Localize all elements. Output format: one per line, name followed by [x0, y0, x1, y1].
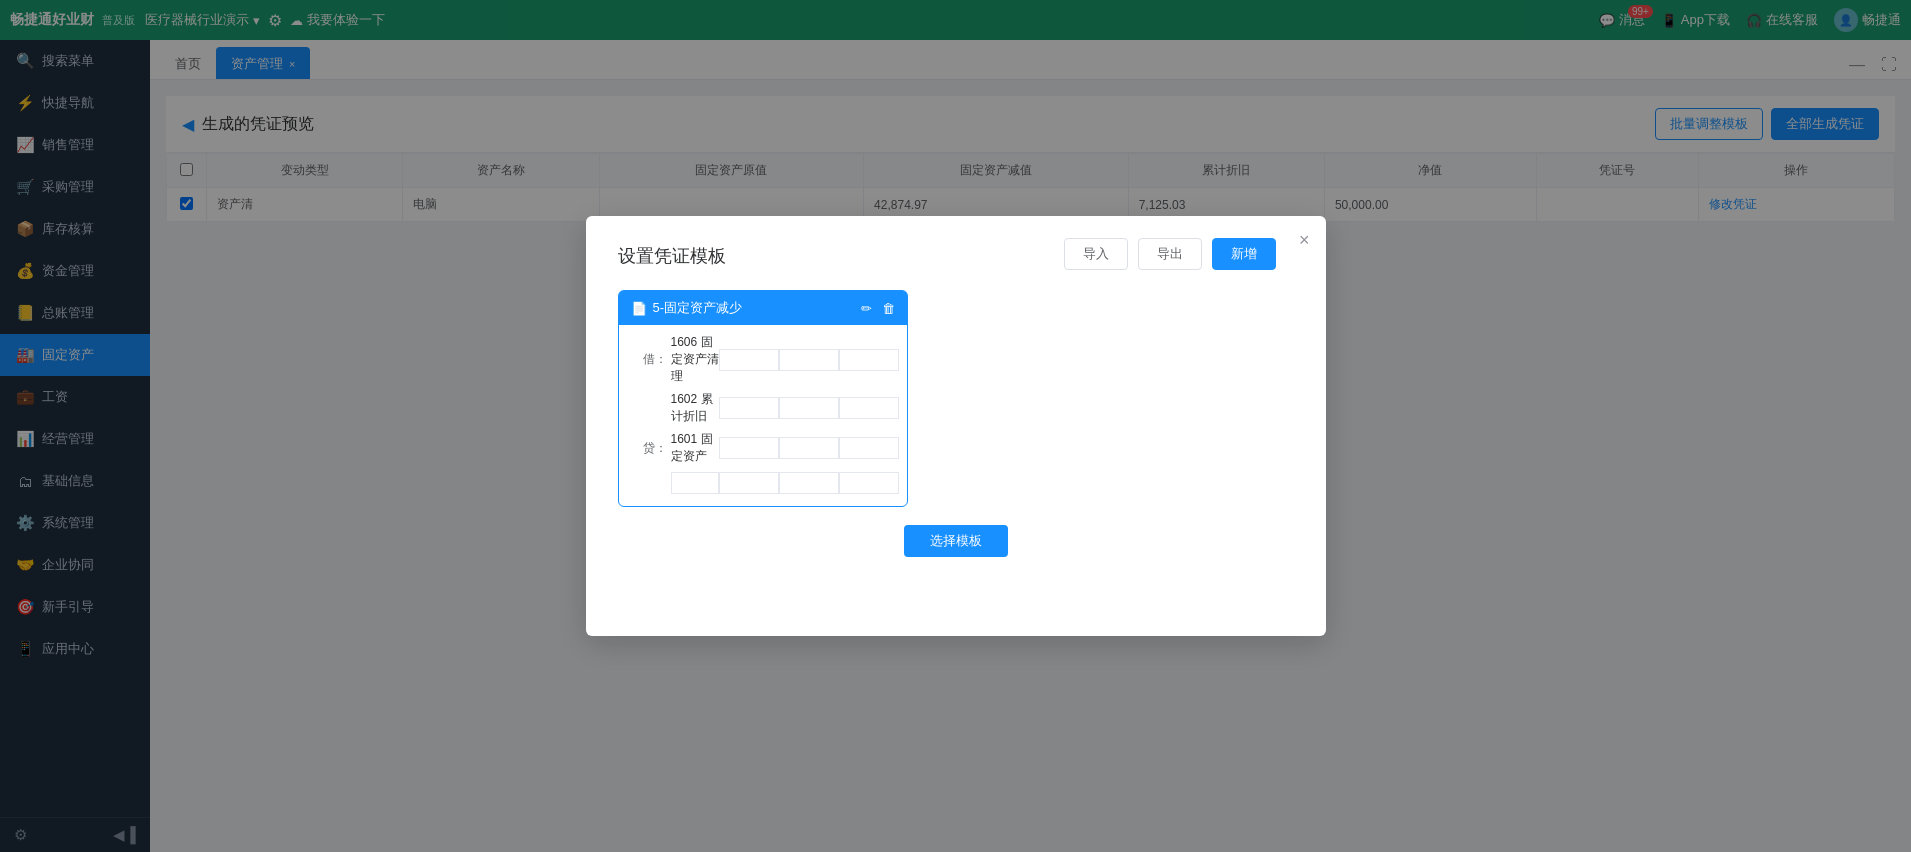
empty-cell-4	[839, 472, 899, 494]
empty-cell-2	[719, 472, 779, 494]
credit-cells-1	[719, 437, 899, 459]
template-doc-icon: 📄	[631, 301, 647, 316]
debit-account-2: 1602 累计折旧	[671, 391, 719, 425]
template-card-body: 借： 1606 固定资产清理 1602 累计折旧	[619, 325, 907, 500]
modal-new-btn[interactable]: 新增	[1212, 238, 1276, 270]
modal-set-template: × 设置凭证模板 导入 导出 新增 📄 5-固定资产减少 ✏ 🗑	[586, 216, 1326, 636]
credit-label-1: 贷：	[627, 440, 667, 457]
cell-3b	[779, 437, 839, 459]
select-template-btn[interactable]: 选择模板	[904, 525, 1008, 557]
debit-account-1: 1606 固定资产清理	[671, 334, 719, 385]
template-delete-icon[interactable]: 🗑	[882, 301, 895, 316]
empty-cell-1	[671, 472, 719, 494]
debit-cells-2	[719, 397, 899, 419]
cell-2c	[839, 397, 899, 419]
cell-3a	[719, 437, 779, 459]
template-card-title: 📄 5-固定资产减少	[631, 299, 743, 317]
cell-1c	[839, 349, 899, 371]
template-edit-icon[interactable]: ✏	[861, 301, 872, 316]
cell-2b	[779, 397, 839, 419]
template-debit-row-2: 1602 累计折旧	[627, 388, 899, 428]
cell-1b	[779, 349, 839, 371]
template-debit-row-1: 借： 1606 固定资产清理	[627, 331, 899, 388]
empty-label-space	[627, 472, 671, 494]
empty-cell-3	[779, 472, 839, 494]
modal-export-btn[interactable]: 导出	[1138, 238, 1202, 270]
debit-cells-1	[719, 349, 899, 371]
template-credit-row-1: 贷： 1601 固定资产	[627, 428, 899, 468]
credit-account-1: 1601 固定资产	[671, 431, 719, 465]
cell-3c	[839, 437, 899, 459]
modal-backdrop[interactable]: × 设置凭证模板 导入 导出 新增 📄 5-固定资产减少 ✏ 🗑	[0, 0, 1911, 852]
template-card-actions: ✏ 🗑	[861, 301, 895, 316]
template-card-header: 📄 5-固定资产减少 ✏ 🗑	[619, 291, 907, 325]
cell-2a	[719, 397, 779, 419]
modal-close-btn[interactable]: ×	[1299, 230, 1310, 251]
debit-label-1: 借：	[627, 351, 667, 368]
template-card: 📄 5-固定资产减少 ✏ 🗑 借： 1606 固定资产清理	[618, 290, 908, 507]
modal-toolbar: 导入 导出 新增	[1064, 238, 1276, 270]
template-empty-row	[627, 472, 899, 494]
template-name: 5-固定资产减少	[653, 299, 743, 317]
modal-import-btn[interactable]: 导入	[1064, 238, 1128, 270]
cell-1a	[719, 349, 779, 371]
